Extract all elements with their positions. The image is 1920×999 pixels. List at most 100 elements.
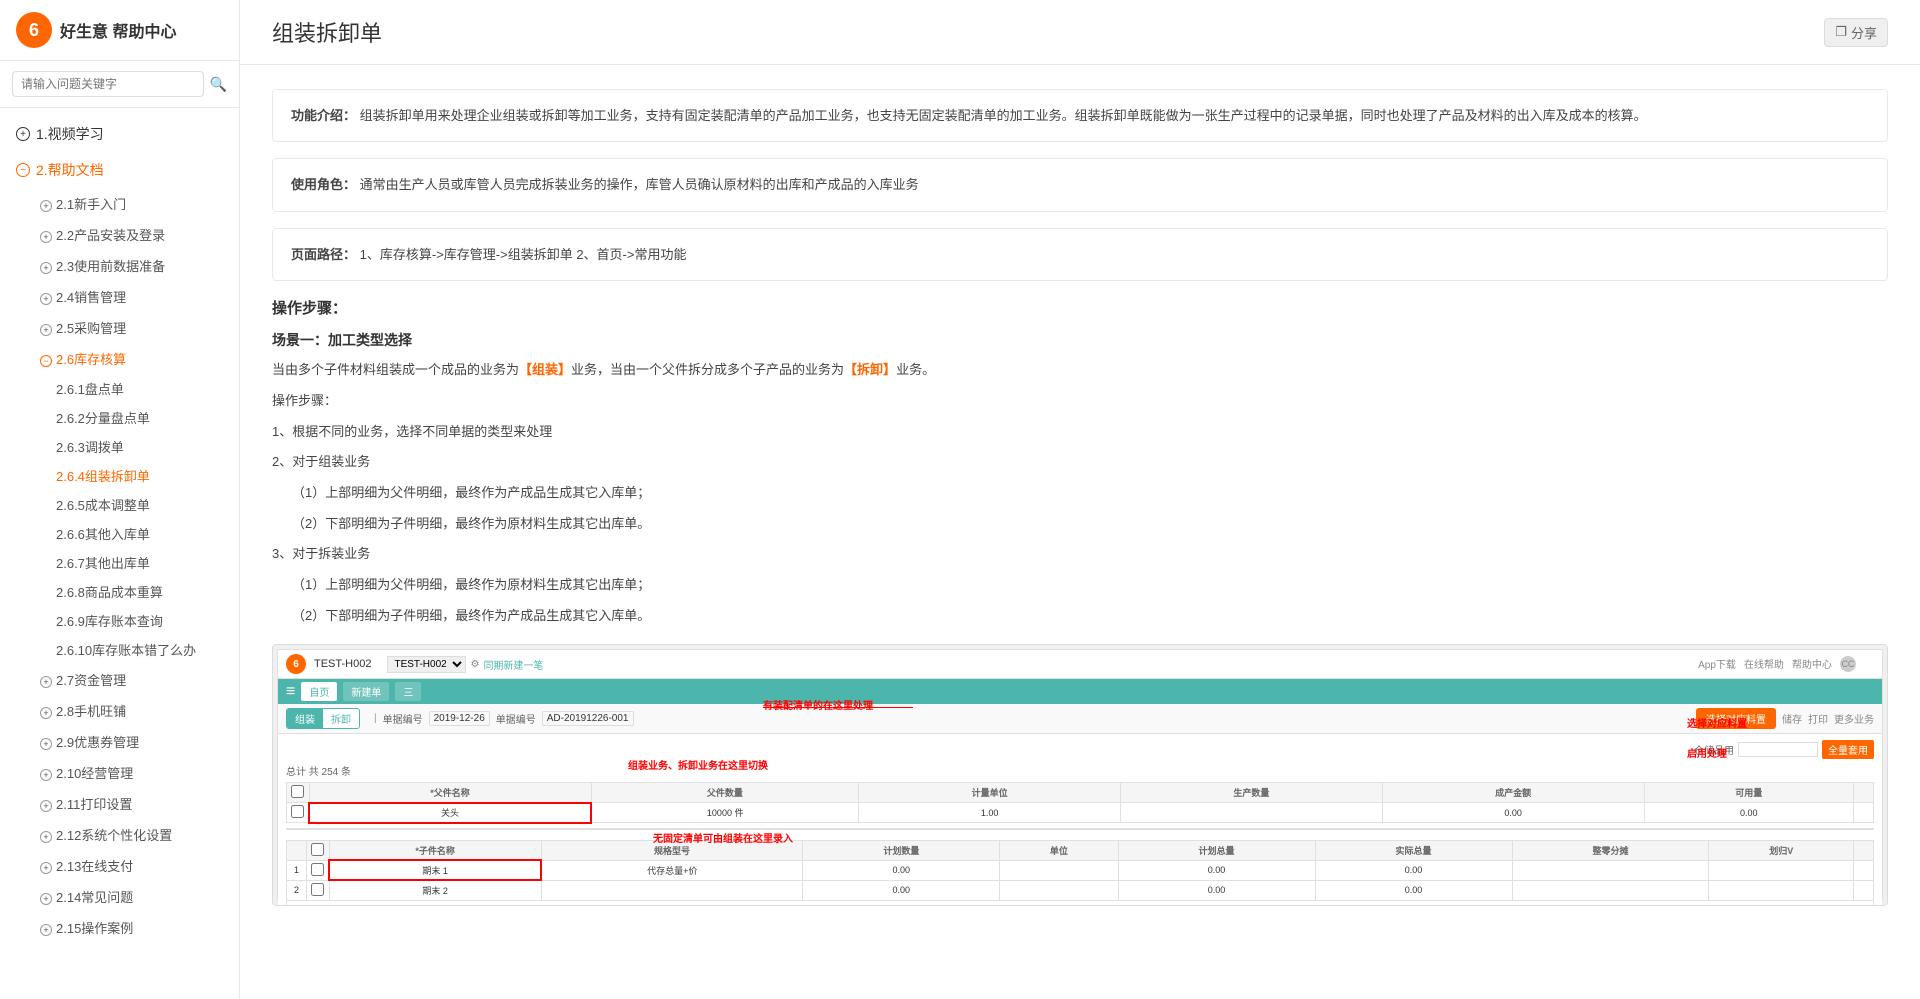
ss-parent-name-1: 关头: [309, 803, 591, 823]
ss-child-spec-1: 代存总量+价: [541, 860, 803, 880]
ss-actual-total-2: 0.00: [1315, 880, 1512, 900]
ss-tab-disassemble[interactable]: 拆卸: [323, 709, 359, 728]
step2: 2、对于组装业务: [272, 450, 1888, 475]
path-text: 1、库存核算->库存管理->组装拆卸单 2、首页->常用功能: [360, 247, 687, 262]
ss-col-actual-total: 实际总量: [1315, 840, 1512, 860]
sidebar-item-print[interactable]: +2.11打印设置: [24, 788, 239, 819]
sub-nav-docs: +2.1新手入门 +2.2产品安装及登录 +2.3使用前数据准备 +2.4销售管…: [0, 188, 239, 943]
sidebar-item-docs[interactable]: − 2.帮助文档: [0, 152, 239, 188]
ss-col-alloc: 整零分摊: [1512, 840, 1709, 860]
ss-select-all-top[interactable]: [291, 785, 304, 798]
sidebar-item-2-6-8[interactable]: 2.6.8商品成本重算: [40, 577, 239, 606]
sidebar-item-newcomer[interactable]: +2.1新手入门: [24, 188, 239, 219]
ss-available-1: 0.00: [1644, 803, 1853, 823]
sidebar-item-2-6-10[interactable]: 2.6.10库存账本错了么办: [40, 635, 239, 664]
ss-alloc-2: [1512, 880, 1709, 900]
share-icon: ❐: [1835, 24, 1847, 40]
ss-apply-btn[interactable]: 全量套用: [1822, 740, 1874, 759]
share-button[interactable]: ❐ 分享: [1824, 18, 1888, 47]
ss-doc-no: AD-20191226-001: [542, 711, 634, 726]
sidebar-item-data-prep[interactable]: +2.3使用前数据准备: [24, 250, 239, 281]
ss-row1-check[interactable]: [291, 805, 304, 818]
screenshot-container: 6 TEST-H002 TEST-H002 ⚙ 同期新建一笔 App下载 在线帮…: [272, 644, 1888, 906]
sidebar-item-coupon[interactable]: +2.9优惠券管理: [24, 726, 239, 757]
ss-bottom-check-1[interactable]: [311, 863, 324, 876]
ss-tab-home[interactable]: 自页: [301, 682, 337, 701]
sidebar-item-2-6-1[interactable]: 2.6.1盘点单: [40, 374, 239, 403]
search-input[interactable]: [12, 71, 204, 97]
ss-tab-new[interactable]: 新建单: [343, 682, 389, 701]
sidebar-item-2-6-2[interactable]: 2.6.2分量盘点单: [40, 403, 239, 432]
keyword-disassemble: 【拆卸】: [844, 362, 896, 377]
ss-bottom-check-2[interactable]: [311, 883, 324, 896]
scene-desc: 当由多个子件材料组装成一个成品的业务为【组装】业务，当由一个父件拆分成多个子产品…: [272, 358, 1888, 383]
function-intro-block: 功能介绍： 组装拆卸单用来处理企业组装或拆卸等加工业务，支持有固定装配清单的产品…: [272, 89, 1888, 142]
ss-plan-qty-1: 0.00: [803, 860, 1000, 880]
ss-plan-total-2: 0.00: [1118, 880, 1315, 900]
ss-print-icon[interactable]: 打印: [1808, 711, 1828, 726]
sidebar-item-2-6-7[interactable]: 2.6.7其他出库单: [40, 548, 239, 577]
sidebar-item-2-6-4[interactable]: 2.6.4组装拆卸单: [40, 461, 239, 490]
ss-col-plan-qty: 计划数量: [803, 840, 1000, 860]
ss-refresh-btn[interactable]: 同期新建一笔: [483, 657, 543, 672]
path-label: 页面路径：: [291, 247, 356, 262]
sidebar-item-purchase[interactable]: +2.5采购管理: [24, 312, 239, 343]
ss-select-all-bottom[interactable]: [311, 843, 324, 856]
ss-row-no-1: 1: [287, 860, 307, 880]
ss-plan-total-1: 0.00: [1118, 860, 1315, 880]
ss-child-unit-2: [1000, 880, 1118, 900]
function-intro-text: 组装拆卸单用来处理企业组装或拆卸等加工业务，支持有固定装配清单的产品加工业务，也…: [360, 108, 1647, 123]
ss-tab-more[interactable]: 三: [395, 682, 421, 701]
sidebar-item-finance[interactable]: +2.7资金管理: [24, 664, 239, 695]
sidebar-item-sales[interactable]: +2.4销售管理: [24, 281, 239, 312]
sidebar-item-operation[interactable]: +2.10经营管理: [24, 757, 239, 788]
role-text: 通常由生产人员或库管人员完成拆装业务的操作，库管人员确认原材料的出库和产成品的入…: [360, 177, 919, 192]
sidebar-item-video[interactable]: + 1.视频学习: [0, 116, 239, 152]
ss-type-tabs: 组装 拆卸: [286, 708, 360, 729]
ss-tab-assemble[interactable]: 组装: [287, 709, 323, 728]
sidebar-item-customize[interactable]: +2.12系统个性化设置: [24, 819, 239, 850]
keyword-assemble: 【组装】: [519, 362, 571, 377]
ss-warehouse-input[interactable]: [1738, 742, 1818, 757]
role-block: 使用角色： 通常由生产人员或库管人员完成拆装业务的操作，库管人员确认原材料的出库…: [272, 158, 1888, 211]
sidebar-item-2-6-6[interactable]: 2.6.6其他入库单: [40, 519, 239, 548]
sidebar-item-online-pay[interactable]: +2.13在线支付: [24, 850, 239, 881]
sidebar-item-2-6-5[interactable]: 2.6.5成本调整单: [40, 490, 239, 519]
ss-col-parent-qty: 父件数量: [591, 783, 859, 803]
ss-divider: |: [374, 713, 377, 724]
ss-more-icon[interactable]: 更多业务: [1834, 711, 1874, 726]
ss-tenant-select[interactable]: TEST-H002: [387, 656, 466, 673]
path-block: 页面路径： 1、库存核算->库存管理->组装拆卸单 2、首页->常用功能: [272, 228, 1888, 281]
ss-nav: ≡ 自页 新建单 三: [278, 679, 1882, 704]
sidebar-item-2-6-9[interactable]: 2.6.9库存账本查询: [40, 606, 239, 635]
sidebar-item-inventory[interactable]: −2.6库存核算: [24, 343, 239, 374]
sidebar-item-install[interactable]: +2.2产品安装及登录: [24, 219, 239, 250]
ss-op-1: [1854, 860, 1874, 880]
ss-plan-qty-2: 0.00: [803, 880, 1000, 900]
ss-save-icon[interactable]: 储存: [1782, 711, 1802, 726]
ss-action-1: [1854, 803, 1874, 823]
ss-doc-date: 2019-12-26: [429, 711, 490, 726]
sidebar-item-mobile[interactable]: +2.8手机旺铺: [24, 695, 239, 726]
annotation-3: 组装业务、拆卸业务在这里切换: [628, 757, 768, 772]
ss-row-check-1: [307, 860, 330, 880]
content-header: 组装拆卸单 ❐ 分享: [240, 0, 1920, 65]
ss-col-parent-name: *父件名称: [309, 783, 591, 803]
function-intro-label: 功能介绍：: [291, 108, 356, 123]
ss-col-child-unit: 单位: [1000, 840, 1118, 860]
sidebar-item-cases[interactable]: +2.15操作案例: [24, 912, 239, 943]
ss-col-unit: 计量单位: [859, 783, 1121, 803]
ss-col-plan-total: 计划总量: [1118, 840, 1315, 860]
ss-settings-icon: ⚙: [470, 659, 479, 670]
ss-row-checkbox: [287, 803, 310, 823]
sidebar-item-faq[interactable]: +2.14常见问题: [24, 881, 239, 912]
ss-col-no: [287, 840, 307, 860]
ss-op-2: [1854, 880, 1874, 900]
search-icon[interactable]: 🔍: [210, 76, 227, 93]
ss-close-icon[interactable]: ✕: [1864, 657, 1874, 671]
ss-col-actions: [1854, 783, 1874, 803]
sidebar-item-2-6-3[interactable]: 2.6.3调拨单: [40, 432, 239, 461]
sidebar-item-video-label: 1.视频学习: [36, 124, 104, 144]
nav-list: + 1.视频学习 − 2.帮助文档 +2.1新手入门 +2.2产品安装及登录 +…: [0, 108, 239, 999]
logo-icon: 6: [16, 12, 52, 48]
